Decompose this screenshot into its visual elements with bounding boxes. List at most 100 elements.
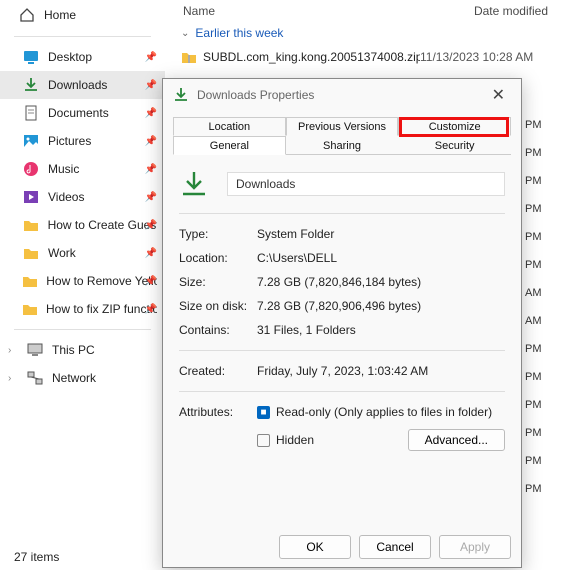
file-date: 11/13/2023 10:28 AM — [420, 50, 550, 64]
videos-icon — [22, 189, 40, 205]
nav-label: Music — [48, 162, 79, 176]
network-icon — [26, 370, 44, 386]
col-date[interactable]: Date modified — [474, 4, 548, 18]
divider — [14, 329, 151, 330]
attributes-label: Attributes: — [179, 405, 257, 419]
pin-icon: 📌 — [145, 136, 157, 147]
nav-documents[interactable]: Documents 📌 — [0, 99, 165, 127]
folder-icon — [22, 301, 38, 317]
desktop-icon — [22, 49, 40, 65]
nav-label: Videos — [48, 190, 84, 204]
tab-general[interactable]: General — [173, 136, 286, 155]
group-label: Earlier this week — [195, 26, 283, 40]
nav-label: Network — [52, 371, 96, 385]
contains-value: 31 Files, 1 Folders — [257, 323, 505, 337]
location-label: Location: — [179, 251, 257, 265]
type-label: Type: — [179, 227, 257, 241]
tab-previous-versions[interactable]: Previous Versions — [286, 117, 399, 136]
column-headers[interactable]: Name Date modified — [165, 0, 566, 20]
nav-label: How to Remove Yellow — [46, 274, 157, 288]
pin-icon: 📌 — [145, 164, 157, 175]
dialog-body: Downloads Type:System Folder Location:C:… — [163, 155, 521, 464]
col-name[interactable]: Name — [183, 4, 474, 18]
checkbox-icon — [257, 434, 270, 447]
home-icon — [18, 7, 36, 23]
nav-label: Documents — [48, 106, 109, 120]
pin-icon: 📌 — [145, 276, 157, 287]
divider — [14, 36, 151, 37]
nav-folder[interactable]: How to Create Guest 📌 — [0, 211, 165, 239]
pictures-icon — [22, 133, 40, 149]
music-icon — [22, 161, 40, 177]
document-icon — [22, 105, 40, 121]
tab-customize[interactable]: Customize — [398, 117, 511, 136]
status-bar: 27 items — [14, 550, 59, 564]
size-value: 7.28 GB (7,820,846,184 bytes) — [257, 275, 505, 289]
file-name: SUBDL.com_king.kong.20051374008.zip — [203, 50, 420, 64]
nav-folder[interactable]: How to Remove Yellow 📌 — [0, 267, 165, 295]
nav-label: How to fix ZIP functionality — [46, 302, 157, 316]
nav-label: Home — [44, 8, 76, 22]
nav-network[interactable]: › Network — [0, 364, 165, 392]
nav-label: Downloads — [48, 78, 107, 92]
file-row[interactable]: SUBDL.com_king.kong.20051374008.zip 11/1… — [165, 46, 566, 68]
created-label: Created: — [179, 364, 257, 378]
contains-label: Contains: — [179, 323, 257, 337]
nav-pictures[interactable]: Pictures 📌 — [0, 127, 165, 155]
folder-icon — [22, 273, 38, 289]
pin-icon: 📌 — [145, 248, 157, 259]
pin-icon: 📌 — [145, 192, 157, 203]
nav-desktop[interactable]: Desktop 📌 — [0, 43, 165, 71]
close-button[interactable]: ✕ — [486, 85, 511, 105]
nav-this-pc[interactable]: › This PC — [0, 336, 165, 364]
nav-downloads[interactable]: Downloads 📌 — [0, 71, 165, 99]
nav-folder[interactable]: Work 📌 — [0, 239, 165, 267]
nav-label: Work — [48, 246, 76, 260]
pc-icon — [26, 342, 44, 358]
nav-music[interactable]: Music 📌 — [0, 155, 165, 183]
pin-icon: 📌 — [145, 108, 157, 119]
folder-icon — [22, 245, 40, 261]
readonly-checkbox[interactable]: ■ Read-only (Only applies to files in fol… — [257, 405, 492, 419]
tab-sharing[interactable]: Sharing — [286, 136, 399, 155]
properties-dialog: Downloads Properties ✕ Location Previous… — [162, 78, 522, 568]
location-value: C:\Users\DELL — [257, 251, 505, 265]
dialog-buttons: OK Cancel Apply — [279, 535, 511, 559]
readonly-label: Read-only (Only applies to files in fold… — [276, 405, 492, 419]
folder-name-input[interactable]: Downloads — [227, 172, 505, 196]
cancel-button[interactable]: Cancel — [359, 535, 431, 559]
hidden-checkbox[interactable]: Hidden — [257, 433, 314, 447]
group-header[interactable]: ⌄ Earlier this week — [165, 20, 566, 46]
pin-icon: 📌 — [145, 220, 157, 231]
type-value: System Folder — [257, 227, 505, 241]
nav-videos[interactable]: Videos 📌 — [0, 183, 165, 211]
dialog-titlebar[interactable]: Downloads Properties ✕ — [163, 79, 521, 111]
tab-location[interactable]: Location — [173, 117, 286, 136]
chevron-right-icon: › — [8, 345, 11, 356]
ok-button[interactable]: OK — [279, 535, 351, 559]
download-icon — [173, 87, 189, 103]
pin-icon: 📌 — [145, 304, 157, 315]
background-dates: PMPMPMPMPMPMAMAMPMPMPMPMPMPM — [525, 111, 542, 503]
created-value: Friday, July 7, 2023, 1:03:42 AM — [257, 364, 505, 378]
zip-icon — [181, 50, 199, 64]
hidden-label: Hidden — [276, 433, 314, 447]
pin-icon: 📌 — [145, 80, 157, 91]
apply-button[interactable]: Apply — [439, 535, 511, 559]
download-icon — [179, 169, 209, 199]
nav-label: Desktop — [48, 50, 92, 64]
size-label: Size: — [179, 275, 257, 289]
nav-folder[interactable]: How to fix ZIP functionality 📌 — [0, 295, 165, 323]
pin-icon: 📌 — [145, 52, 157, 63]
chevron-right-icon: › — [8, 373, 11, 384]
sizeondisk-value: 7.28 GB (7,820,906,496 bytes) — [257, 299, 505, 313]
checkbox-checked-icon: ■ — [257, 406, 270, 419]
advanced-button[interactable]: Advanced... — [408, 429, 505, 451]
download-icon — [22, 77, 40, 93]
nav-label: How to Create Guest — [48, 218, 157, 232]
nav-home[interactable]: Home — [0, 0, 165, 30]
tabs: Location Previous Versions Customize Gen… — [173, 117, 511, 155]
nav-label: Pictures — [48, 134, 91, 148]
tab-security[interactable]: Security — [398, 136, 511, 155]
nav-label: This PC — [52, 343, 95, 357]
